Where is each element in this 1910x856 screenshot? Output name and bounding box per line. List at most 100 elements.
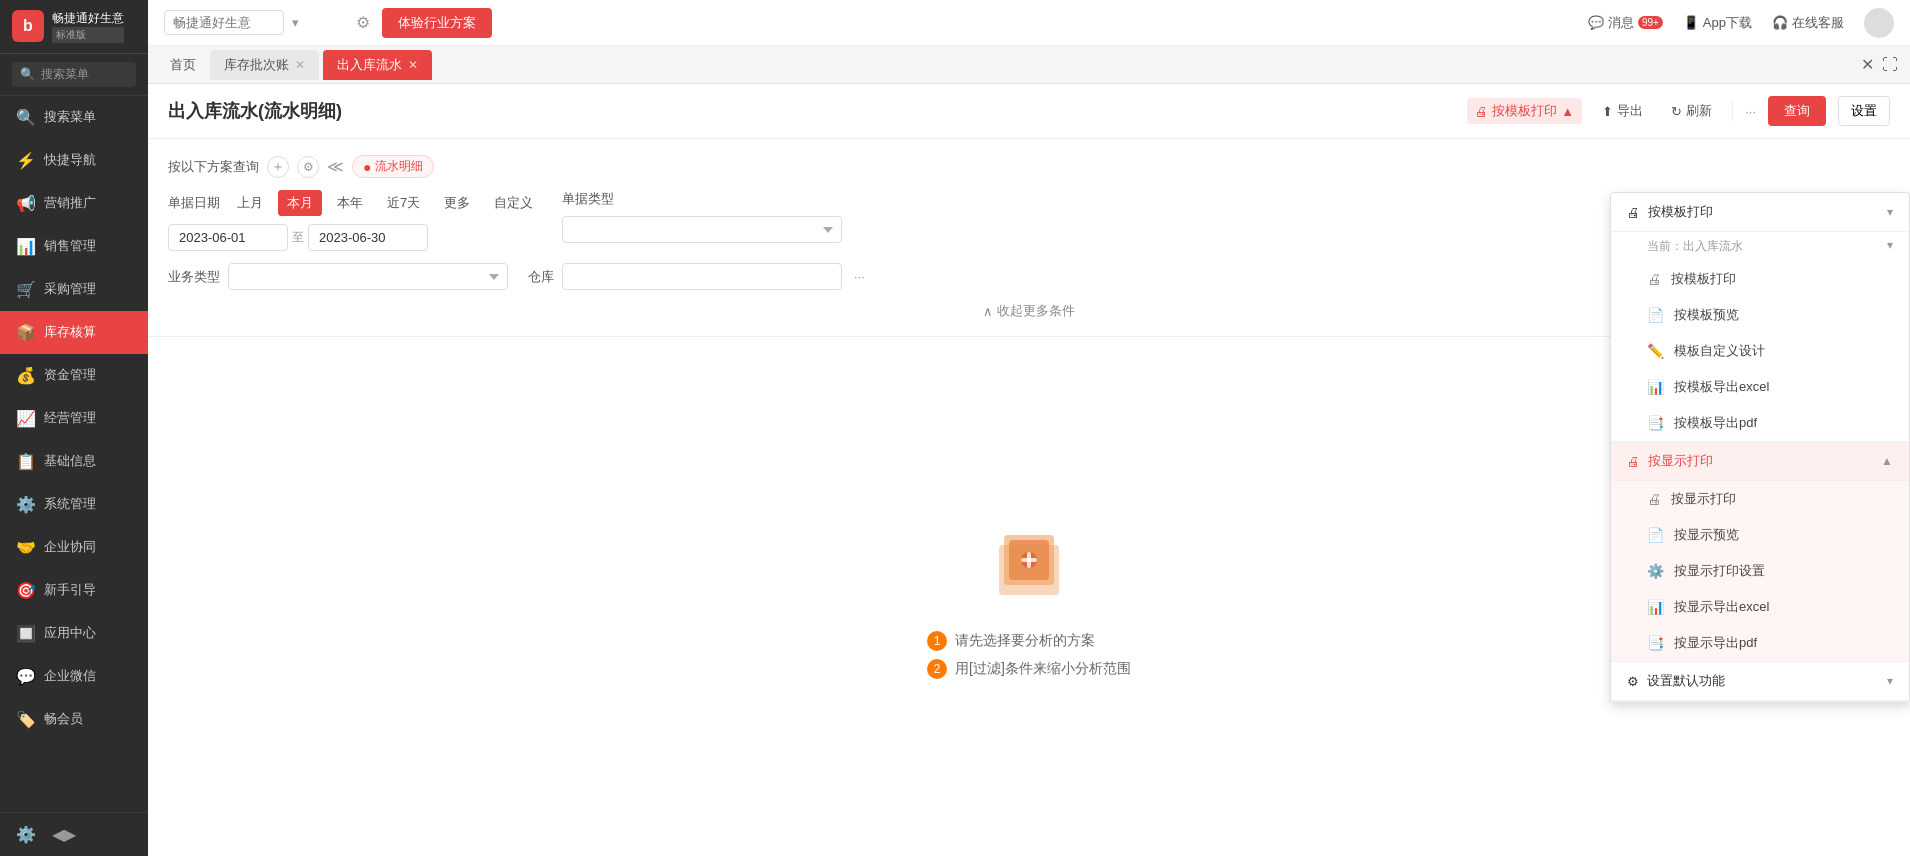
nav-icon-member: 🏷️ bbox=[16, 710, 34, 729]
warehouse-input[interactable] bbox=[562, 263, 842, 290]
sidebar-search-btn[interactable]: 🔍 搜索菜单 bbox=[12, 62, 136, 87]
date-range-end-input[interactable] bbox=[308, 224, 428, 251]
date-range-start-input[interactable] bbox=[168, 224, 288, 251]
template-print-header[interactable]: 🖨 按模板打印 ▾ bbox=[1611, 193, 1909, 232]
template-custom-icon: ✏️ bbox=[1647, 343, 1664, 359]
nav-icon-operation: 📈 bbox=[16, 409, 34, 428]
app-download-item[interactable]: 📱 App下载 bbox=[1683, 14, 1752, 32]
topbar-brand: ▾ bbox=[164, 10, 344, 35]
nav-icon-basic: 📋 bbox=[16, 452, 34, 471]
collapse-sidebar-icon[interactable]: ◀▶ bbox=[52, 825, 76, 844]
settings-icon[interactable]: ⚙️ bbox=[16, 825, 36, 844]
query-btn[interactable]: 查询 bbox=[1768, 96, 1826, 126]
tab-inout-flow[interactable]: 出入库流水 ✕ bbox=[323, 50, 432, 80]
sidebar-item-sales[interactable]: 📊销售管理 bbox=[0, 225, 148, 268]
filter-collapse-icon[interactable]: ≪ bbox=[327, 157, 344, 176]
tab-close-all-icon[interactable]: ✕ bbox=[1861, 55, 1874, 74]
display-excel-icon: 📊 bbox=[1647, 599, 1664, 615]
sidebar-item-marketing[interactable]: 📢 营销推广 bbox=[0, 182, 148, 225]
sidebar-item-inventory[interactable]: 📦库存核算 bbox=[0, 311, 148, 354]
settings-btn[interactable]: 设置 bbox=[1838, 96, 1890, 126]
sidebar-item-search[interactable]: 🔍搜索菜单 bbox=[0, 96, 148, 139]
topbar-settings-icon[interactable]: ⚙ bbox=[356, 13, 370, 32]
display-print-header[interactable]: 🖨 按显示打印 ▲ bbox=[1611, 442, 1909, 481]
template-export-pdf-item[interactable]: 📑 按模板导出pdf bbox=[1611, 405, 1909, 441]
export-btn[interactable]: ⬆ 导出 bbox=[1594, 98, 1651, 124]
display-print-settings-item[interactable]: ⚙️ 按显示打印设置 bbox=[1611, 553, 1909, 589]
headset-icon: 🎧 bbox=[1772, 15, 1788, 30]
set-default-header[interactable]: ⚙ 设置默认功能 ▾ bbox=[1611, 662, 1909, 701]
tab-inventory-batch-close[interactable]: ✕ bbox=[295, 58, 305, 72]
date-range: 至 bbox=[168, 224, 428, 251]
date-this-month-btn[interactable]: 本月 bbox=[278, 190, 322, 216]
sidebar-item-system[interactable]: ⚙️系统管理 bbox=[0, 483, 148, 526]
display-preview-label: 按显示预览 bbox=[1674, 526, 1739, 544]
messages-item[interactable]: 💬 消息 99+ bbox=[1588, 14, 1663, 32]
business-type-select[interactable] bbox=[228, 263, 508, 290]
date-this-year-btn[interactable]: 本年 bbox=[328, 190, 372, 216]
set-default-label: 设置默认功能 bbox=[1647, 672, 1725, 690]
flow-detail-tag-icon: ● bbox=[363, 159, 371, 175]
set-default-section: ⚙ 设置默认功能 ▾ bbox=[1611, 662, 1909, 702]
display-print-label: 按显示打印 bbox=[1671, 490, 1736, 508]
user-avatar[interactable] bbox=[1864, 8, 1894, 38]
brand-input[interactable] bbox=[164, 10, 284, 35]
display-print-settings-label: 按显示打印设置 bbox=[1674, 562, 1765, 580]
date-custom-btn[interactable]: 自定义 bbox=[485, 190, 542, 216]
tab-home[interactable]: 首页 bbox=[160, 50, 206, 80]
nav-label-marketing: 营销推广 bbox=[44, 194, 96, 212]
edition-tag: 标准版 bbox=[52, 27, 124, 43]
display-export-excel-item[interactable]: 📊 按显示导出excel bbox=[1611, 589, 1909, 625]
nav-icon-purchase: 🛒 bbox=[16, 280, 34, 299]
sidebar-item-basic[interactable]: 📋基础信息 bbox=[0, 440, 148, 483]
sidebar-item-finance[interactable]: 💰资金管理 bbox=[0, 354, 148, 397]
date-last7days-btn[interactable]: 近7天 bbox=[378, 190, 429, 216]
nav-icon-system: ⚙️ bbox=[16, 495, 34, 514]
sidebar-item-operation[interactable]: 📈经营管理 bbox=[0, 397, 148, 440]
filter-add-btn[interactable]: ＋ bbox=[267, 156, 289, 178]
tab-inventory-batch-label: 库存批次账 bbox=[224, 56, 289, 74]
date-more-btn[interactable]: 更多 bbox=[435, 190, 479, 216]
nav-icon-marketing: 📢 bbox=[16, 194, 34, 213]
template-print-item[interactable]: 🖨 按模板打印 bbox=[1611, 261, 1909, 297]
sidebar-item-collab[interactable]: 🤝企业协同 bbox=[0, 526, 148, 569]
sidebar-item-guide[interactable]: 🎯新手引导 bbox=[0, 569, 148, 612]
more-icon[interactable]: ··· bbox=[1745, 104, 1756, 119]
sidebar-item-member[interactable]: 🏷️畅会员 bbox=[0, 698, 148, 741]
date-last-month-btn[interactable]: 上月 bbox=[228, 190, 272, 216]
trial-button[interactable]: 体验行业方案 bbox=[382, 8, 492, 38]
nav-icon-inventory: 📦 bbox=[16, 323, 34, 342]
tab-inventory-batch[interactable]: 库存批次账 ✕ bbox=[210, 50, 319, 80]
filter-settings-btn[interactable]: ⚙ bbox=[297, 156, 319, 178]
sidebar-item-appstore[interactable]: 🔲应用中心 bbox=[0, 612, 148, 655]
page-header: 出入库流水(流水明细) 🖨 按模板打印 ▲ ⬆ 导出 ↻ 刷新 ··· 查询 bbox=[148, 84, 1910, 139]
doc-type-select[interactable] bbox=[562, 216, 842, 243]
sidebar-item-shortcut[interactable]: ⚡快捷导航 bbox=[0, 139, 148, 182]
empty-steps: 1 请先选择要分析的方案 2 用[过滤]条件来缩小分析范围 bbox=[927, 631, 1131, 679]
doc-type-filter-field: 单据类型 bbox=[562, 190, 842, 243]
tab-maximize-icon[interactable]: ⛶ bbox=[1882, 56, 1898, 74]
display-print-section: 🖨 按显示打印 ▲ 🖨 按显示打印 📄 按显示预览 ⚙️ 按显示打印设置 bbox=[1611, 442, 1909, 662]
nav-label-shortcut: 快捷导航 bbox=[44, 151, 96, 169]
template-export-excel-item[interactable]: 📊 按模板导出excel bbox=[1611, 369, 1909, 405]
template-custom-item[interactable]: ✏️ 模板自定义设计 bbox=[1611, 333, 1909, 369]
online-service-item[interactable]: 🎧 在线客服 bbox=[1772, 14, 1844, 32]
warehouse-more-btn[interactable]: ··· bbox=[854, 269, 865, 284]
tab-inout-flow-close[interactable]: ✕ bbox=[408, 58, 418, 72]
date-quick-btns: 上月 本月 本年 近7天 更多 自定义 bbox=[228, 190, 542, 216]
print-template-btn[interactable]: 🖨 按模板打印 ▲ bbox=[1467, 98, 1582, 124]
sidebar-item-weixin[interactable]: 💬企业微信 bbox=[0, 655, 148, 698]
sidebar-item-purchase[interactable]: 🛒采购管理 bbox=[0, 268, 148, 311]
brand-dropdown-icon[interactable]: ▾ bbox=[292, 15, 299, 30]
page-title: 出入库流水(流水明细) bbox=[168, 99, 342, 123]
display-export-pdf-item[interactable]: 📑 按显示导出pdf bbox=[1611, 625, 1909, 661]
refresh-btn[interactable]: ↻ 刷新 bbox=[1663, 98, 1720, 124]
display-print-header-label: 按显示打印 bbox=[1648, 452, 1713, 470]
empty-step-2: 2 用[过滤]条件来缩小分析范围 bbox=[927, 659, 1131, 679]
business-type-filter-field: 业务类型 bbox=[168, 263, 508, 290]
display-print-item[interactable]: 🖨 按显示打印 bbox=[1611, 481, 1909, 517]
sidebar-bottom: ⚙️ ◀▶ bbox=[0, 812, 148, 856]
template-pdf-icon: 📑 bbox=[1647, 415, 1664, 431]
display-preview-item[interactable]: 📄 按显示预览 bbox=[1611, 517, 1909, 553]
template-preview-item[interactable]: 📄 按模板预览 bbox=[1611, 297, 1909, 333]
